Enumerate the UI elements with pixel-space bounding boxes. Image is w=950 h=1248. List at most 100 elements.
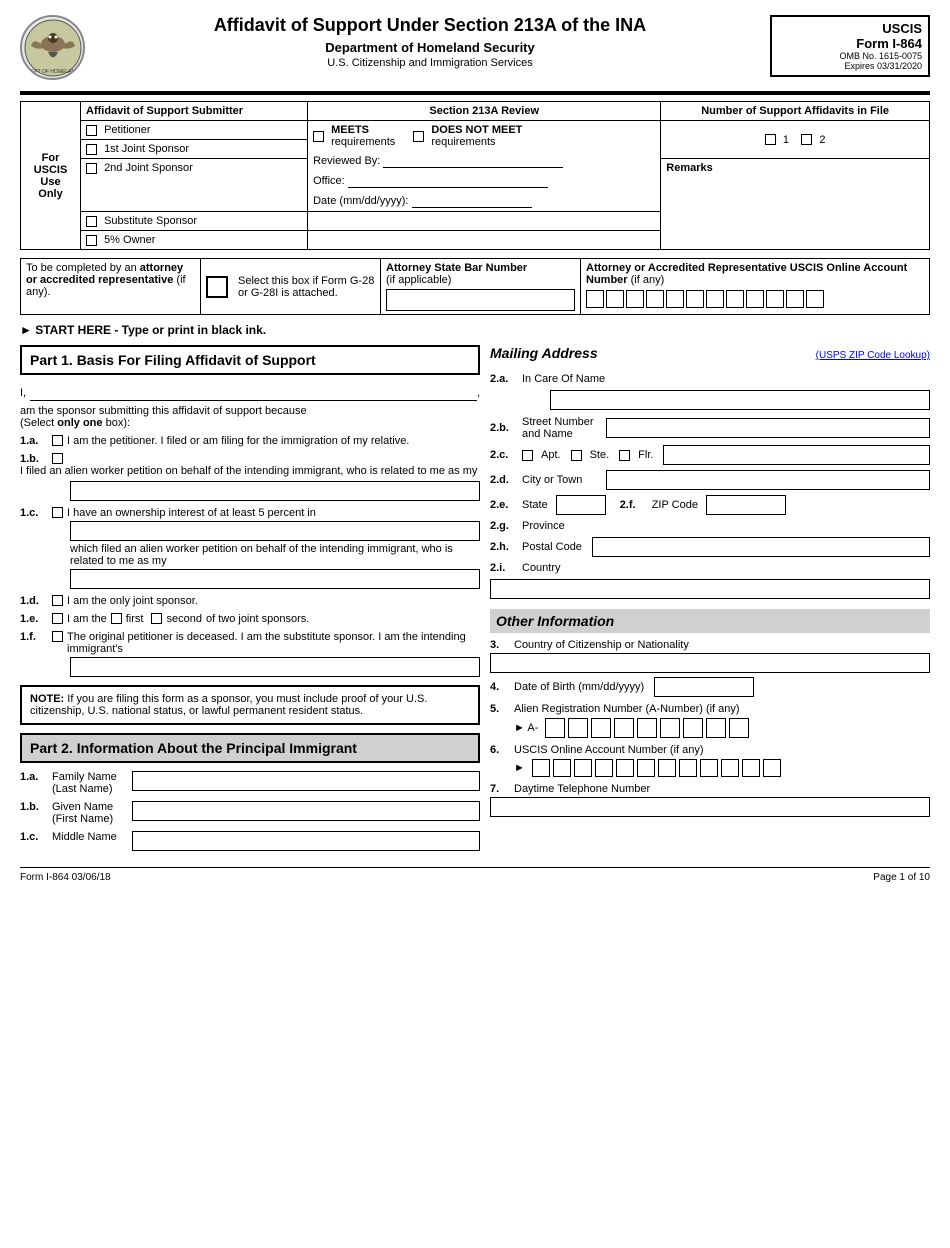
a-cell-9[interactable] bbox=[729, 718, 749, 738]
does-not-meet-checkbox[interactable] bbox=[413, 131, 424, 142]
zip-lookup-link[interactable]: (USPS ZIP Code Lookup) bbox=[816, 350, 930, 361]
acc-online-12[interactable] bbox=[763, 759, 781, 777]
input-1b[interactable] bbox=[70, 481, 480, 501]
acc-online-3[interactable] bbox=[574, 759, 592, 777]
date-input[interactable] bbox=[412, 192, 532, 208]
a-cell-1[interactable] bbox=[545, 718, 565, 738]
checkbox-1b[interactable] bbox=[52, 453, 63, 464]
a-cell-4[interactable] bbox=[614, 718, 634, 738]
acc-online-9[interactable] bbox=[700, 759, 718, 777]
field-7-label-row: 7. Daytime Telephone Number bbox=[490, 783, 930, 795]
acc-cell-3[interactable] bbox=[626, 290, 644, 308]
checkbox-1e[interactable] bbox=[52, 613, 63, 624]
p2-input-1a[interactable] bbox=[132, 771, 480, 791]
label-2h: 2.h. bbox=[490, 541, 518, 553]
acc-cell-12[interactable] bbox=[806, 290, 824, 308]
petitioner-checkbox[interactable] bbox=[86, 125, 97, 136]
petitioner-label: Petitioner bbox=[104, 124, 150, 136]
input-2a[interactable] bbox=[550, 390, 930, 410]
text-1b: I filed an alien worker petition on beha… bbox=[20, 465, 477, 477]
input-1c-org[interactable] bbox=[70, 521, 480, 541]
flr-checkbox[interactable] bbox=[619, 450, 630, 461]
joint1-checkbox[interactable] bbox=[86, 144, 97, 155]
a-cell-6[interactable] bbox=[660, 718, 680, 738]
input-3[interactable] bbox=[490, 653, 930, 673]
a-cell-5[interactable] bbox=[637, 718, 657, 738]
ste-checkbox[interactable] bbox=[571, 450, 582, 461]
acc-online-2[interactable] bbox=[553, 759, 571, 777]
p2-label-1c: 1.c. bbox=[20, 831, 52, 843]
start-here-text: ► START HERE - Type or print in black in… bbox=[20, 323, 930, 337]
acc-cell-8[interactable] bbox=[726, 290, 744, 308]
text-1c-suffix: which filed an alien worker petition on … bbox=[20, 543, 480, 567]
acc-cell-11[interactable] bbox=[786, 290, 804, 308]
a-cell-7[interactable] bbox=[683, 718, 703, 738]
account-sub: (if any) bbox=[631, 274, 665, 286]
acc-online-11[interactable] bbox=[742, 759, 760, 777]
num-5: 5. bbox=[490, 703, 510, 715]
checkbox-1f[interactable] bbox=[52, 631, 63, 642]
acc-online-6[interactable] bbox=[637, 759, 655, 777]
checkbox-1e-second[interactable] bbox=[151, 613, 162, 624]
acc-cell-4[interactable] bbox=[646, 290, 664, 308]
input-1c-relationship[interactable] bbox=[70, 569, 480, 589]
acc-cell-10[interactable] bbox=[766, 290, 784, 308]
label-1e: 1.e. bbox=[20, 613, 52, 625]
acc-online-7[interactable] bbox=[658, 759, 676, 777]
label-1f: 1.f. bbox=[20, 631, 52, 643]
acc-online-1[interactable] bbox=[532, 759, 550, 777]
field-3: 3. Country of Citizenship or Nationality bbox=[490, 639, 930, 673]
meets-checkbox[interactable] bbox=[313, 131, 324, 142]
g28-checkbox[interactable] bbox=[206, 276, 228, 298]
input-2f[interactable] bbox=[706, 495, 786, 515]
joint2-checkbox[interactable] bbox=[86, 163, 97, 174]
ste-label: Ste. bbox=[590, 449, 610, 461]
remarks-label: Remarks bbox=[666, 162, 924, 174]
input-2h[interactable] bbox=[592, 537, 930, 557]
acc-cell-1[interactable] bbox=[586, 290, 604, 308]
owner-checkbox[interactable] bbox=[86, 235, 97, 246]
svg-text:DEPT OF HOMELAND: DEPT OF HOMELAND bbox=[27, 69, 79, 75]
acc-online-8[interactable] bbox=[679, 759, 697, 777]
apt-checkbox[interactable] bbox=[522, 450, 533, 461]
meets-label: MEETS bbox=[331, 124, 369, 136]
substitute-checkbox[interactable] bbox=[86, 216, 97, 227]
num2-checkbox[interactable] bbox=[801, 134, 812, 145]
input-2b[interactable] bbox=[606, 418, 930, 438]
checkbox-1e-first[interactable] bbox=[111, 613, 122, 624]
office-input[interactable] bbox=[348, 172, 548, 188]
section213-header: Section 213A Review bbox=[308, 102, 661, 121]
input-2e[interactable] bbox=[556, 495, 606, 515]
acc-cell-9[interactable] bbox=[746, 290, 764, 308]
sublabel-2e: State bbox=[522, 499, 548, 511]
a-cell-2[interactable] bbox=[568, 718, 588, 738]
acc-online-4[interactable] bbox=[595, 759, 613, 777]
label-7: Daytime Telephone Number bbox=[514, 783, 650, 795]
acc-cell-7[interactable] bbox=[706, 290, 724, 308]
checkbox-1d[interactable] bbox=[52, 595, 63, 606]
acc-online-10[interactable] bbox=[721, 759, 739, 777]
checkbox-1a[interactable] bbox=[52, 435, 63, 446]
input-2d[interactable] bbox=[606, 470, 930, 490]
p2-input-1c[interactable] bbox=[132, 831, 480, 851]
a-cell-8[interactable] bbox=[706, 718, 726, 738]
acc-cell-5[interactable] bbox=[666, 290, 684, 308]
input-1f[interactable] bbox=[70, 657, 480, 677]
p2-input-1b[interactable] bbox=[132, 801, 480, 821]
input-2i[interactable] bbox=[490, 579, 930, 599]
reviewed-by-input[interactable] bbox=[383, 152, 563, 168]
checkbox-1c[interactable] bbox=[52, 507, 63, 518]
p2-sublabel-1c: Middle Name bbox=[52, 831, 132, 843]
num1-checkbox[interactable] bbox=[765, 134, 776, 145]
input-7[interactable] bbox=[490, 797, 930, 817]
part2-field-1c: 1.c. Middle Name bbox=[20, 831, 480, 851]
acc-online-5[interactable] bbox=[616, 759, 634, 777]
a-cell-3[interactable] bbox=[591, 718, 611, 738]
sponsor-name-input[interactable] bbox=[30, 383, 477, 401]
input-4[interactable] bbox=[654, 677, 754, 697]
bar-number-input[interactable] bbox=[386, 289, 575, 311]
office-label: Office: bbox=[313, 175, 345, 187]
acc-cell-2[interactable] bbox=[606, 290, 624, 308]
input-2c[interactable] bbox=[663, 445, 930, 465]
acc-cell-6[interactable] bbox=[686, 290, 704, 308]
